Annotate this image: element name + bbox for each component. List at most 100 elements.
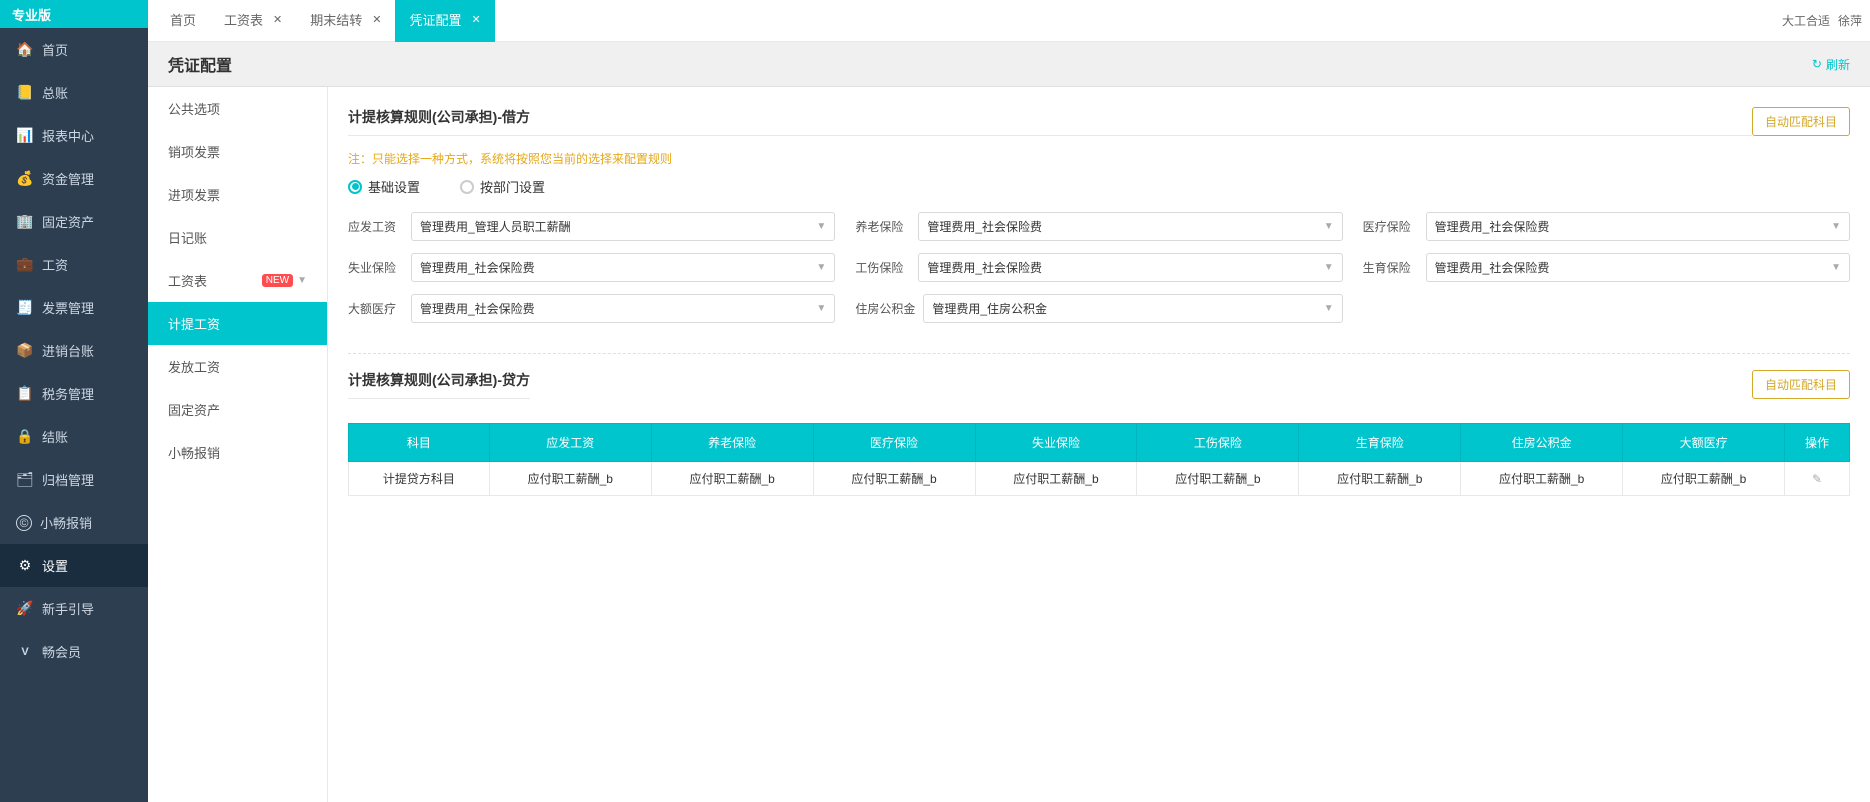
funds-icon: 💰 bbox=[16, 170, 34, 188]
apply-salary-select[interactable]: 管理费用_管理人员职工薪酬 ▼ bbox=[411, 212, 835, 241]
pension-chevron: ▼ bbox=[1324, 221, 1334, 232]
major-medical-value: 管理费用_社会保险费 bbox=[420, 300, 816, 317]
sidebar-item-inventory[interactable]: 📦 进销台账 bbox=[0, 329, 148, 372]
sidebar-item-label: 结账 bbox=[42, 427, 68, 446]
th-maternity: 生育保险 bbox=[1299, 424, 1461, 462]
sidebar-item-label: 设置 bbox=[42, 556, 68, 575]
housing-fund-label: 住房公积金 bbox=[855, 300, 915, 317]
left-menu-journal-label: 日记账 bbox=[168, 228, 207, 247]
maternity-label: 生育保险 bbox=[1363, 259, 1418, 276]
sidebar-item-funds[interactable]: 💰 资金管理 bbox=[0, 157, 148, 200]
radio-group: 基础设置 按部门设置 bbox=[348, 177, 1850, 196]
left-menu-calc-salary[interactable]: 计提工资 bbox=[148, 302, 327, 345]
tab-payroll[interactable]: 工资表 ✕ bbox=[210, 0, 296, 42]
sidebar-item-label: 发票管理 bbox=[42, 298, 94, 317]
medical-chevron: ▼ bbox=[1831, 221, 1841, 232]
left-menu-fixed-assets[interactable]: 固定资产 bbox=[148, 388, 327, 431]
left-menu: 公共选项 销项发票 进项发票 日记账 工资表 NEW ▼ 计提工资 bbox=[148, 87, 328, 802]
tab-period-close[interactable]: 期末结转 ✕ bbox=[296, 0, 395, 42]
sidebar-item-invoice[interactable]: 🧾 发票管理 bbox=[0, 286, 148, 329]
maternity-select[interactable]: 管理费用_社会保险费 ▼ bbox=[1426, 253, 1850, 282]
tab-payroll-close[interactable]: ✕ bbox=[273, 13, 282, 26]
th-apply-salary: 应发工资 bbox=[489, 424, 651, 462]
home-icon: 🏠 bbox=[16, 41, 34, 59]
edit-icon[interactable]: ✎ bbox=[1812, 472, 1822, 486]
radio-department[interactable]: 按部门设置 bbox=[460, 177, 545, 196]
medical-select[interactable]: 管理费用_社会保险费 ▼ bbox=[1426, 212, 1850, 241]
tab-home-label: 首页 bbox=[170, 10, 196, 29]
tab-voucher-config-close[interactable]: ✕ bbox=[472, 13, 481, 26]
sidebar-item-label: 总账 bbox=[42, 83, 68, 102]
td-major-medical: 应付职工薪酬_b bbox=[1623, 462, 1785, 496]
td-maternity-value: 应付职工薪酬_b bbox=[1337, 472, 1422, 486]
field-maternity: 生育保险 管理费用_社会保险费 ▼ bbox=[1363, 253, 1850, 282]
expand-icon: ▼ bbox=[297, 275, 307, 286]
debit-form-grid: 应发工资 管理费用_管理人员职工薪酬 ▼ 养老保险 管理费用_社会保险费 ▼ bbox=[348, 212, 1850, 323]
sidebar-item-home[interactable]: 🏠 首页 bbox=[0, 28, 148, 71]
injury-label: 工伤保险 bbox=[855, 259, 910, 276]
td-action[interactable]: ✎ bbox=[1785, 462, 1850, 496]
sidebar-item-ledger[interactable]: 📒 总账 bbox=[0, 71, 148, 114]
left-menu-pay-salary-label: 发放工资 bbox=[168, 357, 220, 376]
credit-auto-match-button[interactable]: 自动匹配科目 bbox=[1752, 370, 1850, 399]
left-menu-fixed-assets-label: 固定资产 bbox=[168, 400, 220, 419]
injury-value: 管理费用_社会保险费 bbox=[927, 259, 1323, 276]
unemployment-select[interactable]: 管理费用_社会保险费 ▼ bbox=[411, 253, 835, 282]
tab-period-close-close[interactable]: ✕ bbox=[372, 13, 381, 26]
housing-fund-select[interactable]: 管理费用_住房公积金 ▼ bbox=[923, 294, 1342, 323]
th-medical: 医疗保险 bbox=[813, 424, 975, 462]
pension-select[interactable]: 管理费用_社会保险费 ▼ bbox=[918, 212, 1342, 241]
left-menu-journal[interactable]: 日记账 bbox=[148, 216, 327, 259]
housing-fund-value: 管理费用_住房公积金 bbox=[932, 300, 1323, 317]
sidebar-item-label: 新手引导 bbox=[42, 599, 94, 618]
field-unemployment: 失业保险 管理费用_社会保险费 ▼ bbox=[348, 253, 835, 282]
left-menu-sales-invoice-label: 销项发票 bbox=[168, 142, 220, 161]
sidebar-item-archive[interactable]: 🗂 归档管理 bbox=[0, 458, 148, 501]
left-menu-sales-invoice[interactable]: 销项发票 bbox=[148, 130, 327, 173]
debit-auto-match-button[interactable]: 自动匹配科目 bbox=[1752, 107, 1850, 136]
section-divider bbox=[348, 353, 1850, 354]
th-unemployment: 失业保险 bbox=[975, 424, 1137, 462]
sidebar-item-salary[interactable]: 💼 工资 bbox=[0, 243, 148, 286]
td-injury: 应付职工薪酬_b bbox=[1137, 462, 1299, 496]
new-badge: NEW bbox=[262, 274, 293, 287]
tab-period-close-label: 期末结转 bbox=[310, 10, 362, 29]
sidebar-item-close[interactable]: 🔒 结账 bbox=[0, 415, 148, 458]
major-medical-select[interactable]: 管理费用_社会保险费 ▼ bbox=[411, 294, 835, 323]
left-menu-xiaochangbaoxiao[interactable]: 小畅报销 bbox=[148, 431, 327, 474]
th-pension: 养老保险 bbox=[651, 424, 813, 462]
sidebar-item-label: 资金管理 bbox=[42, 169, 94, 188]
assets-icon: 🏢 bbox=[16, 213, 34, 231]
radio-department-label: 按部门设置 bbox=[480, 177, 545, 196]
sidebar-item-member[interactable]: V 畅会员 bbox=[0, 630, 148, 673]
left-menu-pay-salary[interactable]: 发放工资 bbox=[148, 345, 327, 388]
reports-icon: 📊 bbox=[16, 127, 34, 145]
th-injury: 工伤保险 bbox=[1137, 424, 1299, 462]
table-header-row: 科目 应发工资 养老保险 医疗保险 失业保险 工伤保险 生育保险 住房公积金 大… bbox=[349, 424, 1850, 462]
injury-select[interactable]: 管理费用_社会保险费 ▼ bbox=[918, 253, 1342, 282]
td-unemployment-value: 应付职工薪酬_b bbox=[1013, 472, 1098, 486]
sidebar-item-tax[interactable]: 📋 税务管理 bbox=[0, 372, 148, 415]
sidebar-item-reports[interactable]: 📊 报表中心 bbox=[0, 114, 148, 157]
left-menu-purchase-invoice[interactable]: 进项发票 bbox=[148, 173, 327, 216]
sidebar-item-assets[interactable]: 🏢 固定资产 bbox=[0, 200, 148, 243]
refresh-button[interactable]: ↻ 刷新 bbox=[1812, 56, 1850, 73]
tab-voucher-config[interactable]: 凭证配置 ✕ bbox=[395, 0, 494, 42]
debit-warning: 注：只能选择一种方式，系统将按照您当前的选择来配置规则 bbox=[348, 150, 1752, 167]
left-menu-xiaochangbaoxiao-label: 小畅报销 bbox=[168, 443, 220, 462]
radio-basic[interactable]: 基础设置 bbox=[348, 177, 420, 196]
sidebar-item-label: 归档管理 bbox=[42, 470, 94, 489]
refresh-label: 刷新 bbox=[1826, 56, 1850, 73]
td-medical: 应付职工薪酬_b bbox=[813, 462, 975, 496]
td-housing-fund-value: 应付职工薪酬_b bbox=[1499, 472, 1584, 486]
injury-chevron: ▼ bbox=[1324, 262, 1334, 273]
left-menu-salary-table[interactable]: 工资表 NEW ▼ bbox=[148, 259, 327, 302]
company-name: 大工合适 bbox=[1782, 12, 1830, 29]
tab-home[interactable]: 首页 bbox=[156, 0, 210, 42]
debit-title-area: 计提核算规则(公司承担)-借方 注：只能选择一种方式，系统将按照您当前的选择来配… bbox=[348, 107, 1752, 167]
sidebar-item-xiaochangreport[interactable]: © 小畅报销 bbox=[0, 501, 148, 544]
sidebar-item-guide[interactable]: 🚀 新手引导 bbox=[0, 587, 148, 630]
sidebar-item-settings[interactable]: ⚙ 设置 bbox=[0, 544, 148, 587]
pension-value: 管理费用_社会保险费 bbox=[927, 218, 1323, 235]
left-menu-public[interactable]: 公共选项 bbox=[148, 87, 327, 130]
